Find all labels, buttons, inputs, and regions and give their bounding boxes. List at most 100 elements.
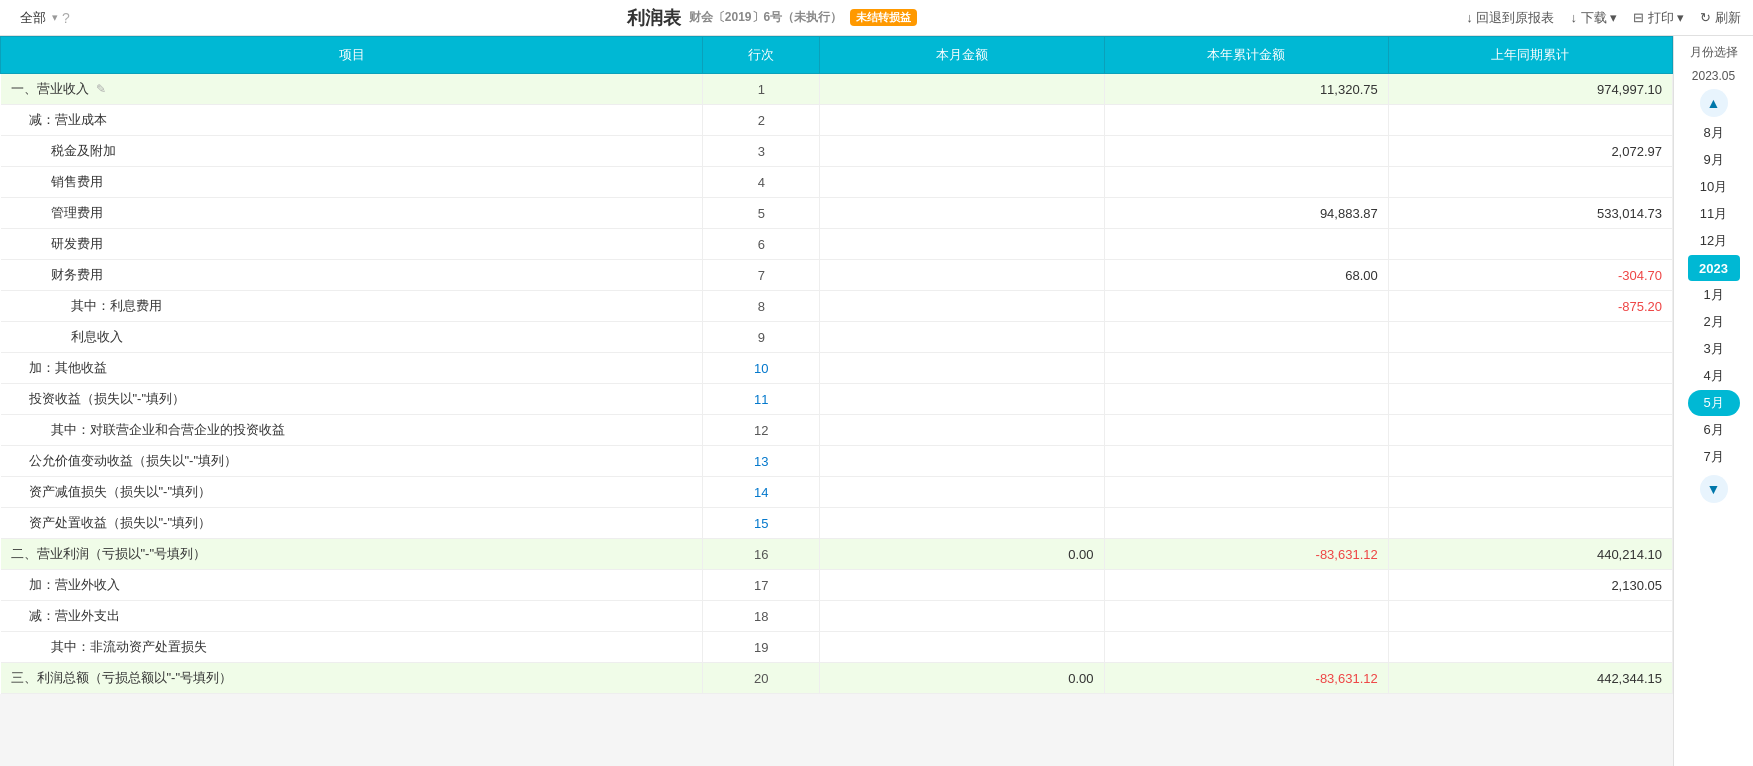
cell-last-year: 442,344.15: [1388, 663, 1672, 694]
sidebar-month-3月[interactable]: 3月: [1688, 336, 1740, 362]
cell-last-year: [1388, 105, 1672, 136]
main-container: 项目 行次 本月金额 本年累计金额 上年同期累计 一、营业收入 ✎111,320…: [0, 36, 1753, 766]
cell-item: 利息收入: [1, 322, 703, 353]
chevron-down-icon: ▾: [52, 11, 58, 24]
table-row: 加：营业外收入172,130.05: [1, 570, 1673, 601]
cell-year-total: [1104, 632, 1388, 663]
sidebar-down-button[interactable]: ▼: [1700, 475, 1728, 503]
cell-row-num: 3: [703, 136, 820, 167]
sidebar-month-2月[interactable]: 2月: [1688, 309, 1740, 335]
cell-year-total: [1104, 322, 1388, 353]
cell-row-num: 1: [703, 74, 820, 105]
sidebar-month-11月[interactable]: 11月: [1688, 201, 1740, 227]
cell-row-num: 9: [703, 322, 820, 353]
cell-year-total: [1104, 601, 1388, 632]
cell-year-total: 11,320.75: [1104, 74, 1388, 105]
cell-row-num: 19: [703, 632, 820, 663]
cell-year-total: [1104, 167, 1388, 198]
cell-year-total: [1104, 136, 1388, 167]
cell-item: 加：其他收益: [1, 353, 703, 384]
cell-last-year: -304.70: [1388, 260, 1672, 291]
cell-this-month: [820, 570, 1104, 601]
cell-last-year: [1388, 508, 1672, 539]
cell-last-year: [1388, 415, 1672, 446]
col-header-year: 本年累计金额: [1104, 37, 1388, 74]
cell-row-num: 8: [703, 291, 820, 322]
cell-year-total: -83,631.12: [1104, 663, 1388, 694]
cell-item: 管理费用: [1, 198, 703, 229]
cell-this-month: [820, 477, 1104, 508]
cell-year-total: [1104, 105, 1388, 136]
sidebar-up-button[interactable]: ▲: [1700, 89, 1728, 117]
cell-this-month: [820, 198, 1104, 229]
sidebar-month-4月[interactable]: 4月: [1688, 363, 1740, 389]
top-left: 全部 ▾ ?: [12, 5, 78, 31]
sidebar-month-7月[interactable]: 7月: [1688, 444, 1740, 470]
sidebar-month-9月[interactable]: 9月: [1688, 147, 1740, 173]
sidebar-month-5月[interactable]: 5月: [1688, 390, 1740, 416]
sidebar-month-8月[interactable]: 8月: [1688, 120, 1740, 146]
profit-table: 项目 行次 本月金额 本年累计金额 上年同期累计 一、营业收入 ✎111,320…: [0, 36, 1673, 694]
sidebar-month-12月[interactable]: 12月: [1688, 228, 1740, 254]
table-row: 投资收益（损失以"-"填列）11: [1, 384, 1673, 415]
table-row: 减：营业外支出18: [1, 601, 1673, 632]
sidebar-month-10月[interactable]: 10月: [1688, 174, 1740, 200]
table-row: 其中：非流动资产处置损失19: [1, 632, 1673, 663]
cell-row-num: 12: [703, 415, 820, 446]
table-row: 财务费用768.00-304.70: [1, 260, 1673, 291]
cell-last-year: [1388, 477, 1672, 508]
cell-year-total: [1104, 477, 1388, 508]
cell-last-year: 974,997.10: [1388, 74, 1672, 105]
download-button[interactable]: ↓ 下载 ▾: [1570, 9, 1617, 27]
report-meta: 财会〔2019〕6号（未执行）: [689, 9, 842, 26]
refresh-button[interactable]: ↻ 刷新: [1700, 9, 1741, 27]
table-row: 税金及附加3 2,072.97: [1, 136, 1673, 167]
cell-last-year: [1388, 167, 1672, 198]
table-row: 资产处置收益（损失以"-"填列）15: [1, 508, 1673, 539]
cell-row-num: 5: [703, 198, 820, 229]
col-header-lastyear: 上年同期累计: [1388, 37, 1672, 74]
selector-label: 全部: [20, 9, 46, 27]
cell-last-year: [1388, 632, 1672, 663]
cell-item: 财务费用: [1, 260, 703, 291]
table-row: 销售费用4: [1, 167, 1673, 198]
cell-year-total: 94,883.87: [1104, 198, 1388, 229]
status-badge: 未结转损益: [850, 9, 917, 26]
table-row: 利息收入9: [1, 322, 1673, 353]
edit-icon[interactable]: ✎: [93, 82, 106, 96]
cell-row-num: 15: [703, 508, 820, 539]
cell-item: 资产减值损失（损失以"-"填列）: [1, 477, 703, 508]
cell-year-total: [1104, 415, 1388, 446]
cell-last-year: [1388, 353, 1672, 384]
cell-item: 加：营业外收入: [1, 570, 703, 601]
cell-row-num: 14: [703, 477, 820, 508]
cell-row-num: 16: [703, 539, 820, 570]
cell-this-month: [820, 353, 1104, 384]
cell-this-month: 0.00: [820, 539, 1104, 570]
table-row: 研发费用6: [1, 229, 1673, 260]
cell-year-total: [1104, 446, 1388, 477]
table-row: 其中：利息费用8-875.20: [1, 291, 1673, 322]
table-row: 减：营业成本2: [1, 105, 1673, 136]
print-button[interactable]: ⊟ 打印 ▾: [1633, 9, 1684, 27]
help-icon: ?: [62, 10, 70, 26]
cell-this-month: [820, 384, 1104, 415]
cell-item: 税金及附加: [1, 136, 703, 167]
cell-item: 资产处置收益（损失以"-"填列）: [1, 508, 703, 539]
all-selector[interactable]: 全部 ▾ ?: [12, 5, 78, 31]
cell-last-year: 2,072.97: [1388, 136, 1672, 167]
top-center: 利润表 财会〔2019〕6号（未执行） 未结转损益: [627, 6, 917, 30]
table-row: 二、营业利润（亏损以"-"号填列）160.00-83,631.12440,214…: [1, 539, 1673, 570]
sidebar-month-1月[interactable]: 1月: [1688, 282, 1740, 308]
cell-this-month: [820, 446, 1104, 477]
cell-last-year: [1388, 384, 1672, 415]
top-right: ↓ 回退到原报表 ↓ 下载 ▾ ⊟ 打印 ▾ ↻ 刷新: [1466, 9, 1741, 27]
cell-last-year: [1388, 446, 1672, 477]
back-to-original-button[interactable]: ↓ 回退到原报表: [1466, 9, 1554, 27]
sidebar-month-6月[interactable]: 6月: [1688, 417, 1740, 443]
col-header-month: 本月金额: [820, 37, 1104, 74]
cell-row-num: 18: [703, 601, 820, 632]
sidebar-month-2023[interactable]: 2023: [1688, 255, 1740, 281]
table-row: 管理费用594,883.87533,014.73: [1, 198, 1673, 229]
cell-row-num: 7: [703, 260, 820, 291]
